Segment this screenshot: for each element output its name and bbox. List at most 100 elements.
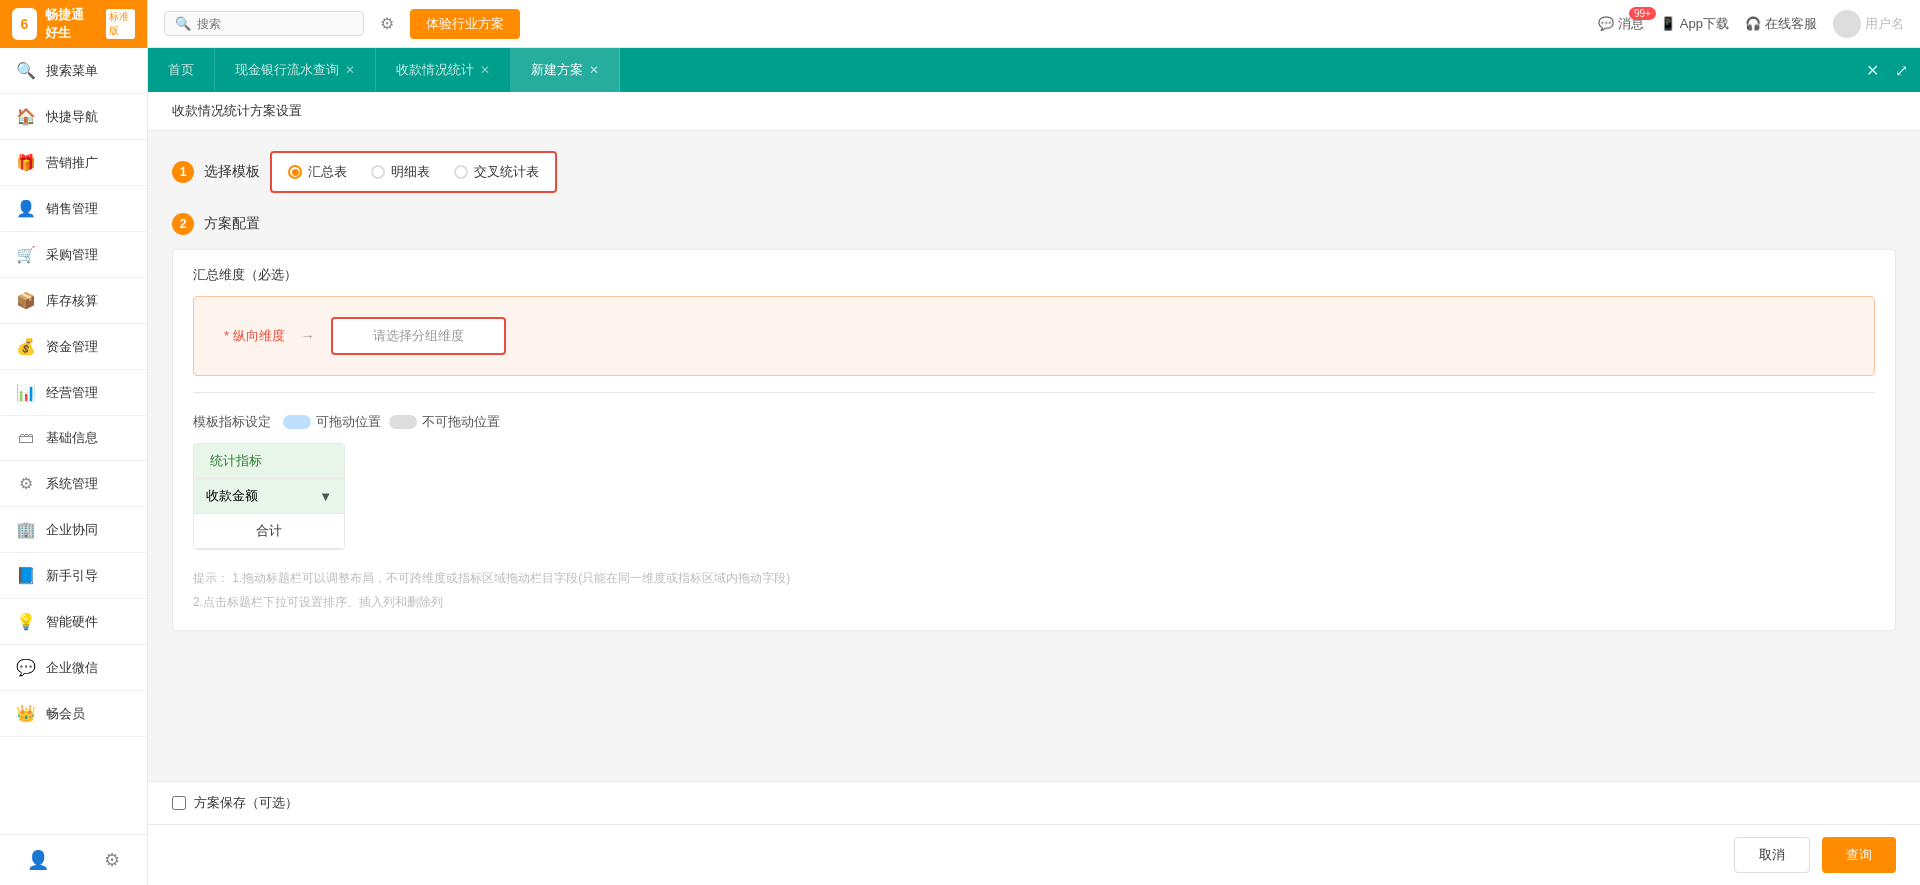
tab-label-receipt-stats: 收款情况统计 xyxy=(396,61,474,79)
online-service-btn[interactable]: 🎧 在线客服 xyxy=(1745,15,1817,33)
metrics-col-header: 统计指标 xyxy=(194,444,344,479)
tab-close-receipt-stats[interactable]: ✕ xyxy=(480,63,490,77)
username-label: 用户名 xyxy=(1865,15,1904,33)
legend-nodrag-item: 不可拖动位置 xyxy=(389,413,500,431)
query-button[interactable]: 查询 xyxy=(1822,837,1896,873)
tab-close-new-plan[interactable]: ✕ xyxy=(589,63,599,77)
sidebar-label-search: 搜索菜单 xyxy=(46,62,98,80)
tab-label-new-plan: 新建方案 xyxy=(531,61,583,79)
sidebar-icon-enterprise: 🏢 xyxy=(16,520,36,539)
nodrag-indicator xyxy=(389,415,417,429)
step2-label: 方案配置 xyxy=(204,215,260,233)
sidebar-item-guide[interactable]: 📘 新手引导 xyxy=(0,553,147,599)
sidebar-label-hardware: 智能硬件 xyxy=(46,613,98,631)
radio-circle-summary xyxy=(288,165,302,179)
settings-icon[interactable]: ⚙ xyxy=(376,10,398,37)
search-box[interactable]: 🔍 xyxy=(164,11,364,36)
metrics-title: 模板指标设定 xyxy=(193,413,271,431)
sidebar-bottom-settings[interactable]: ⚙ xyxy=(98,843,126,877)
row-label: * 纵向维度 xyxy=(224,327,285,345)
tab-receipt-stats[interactable]: 收款情况统计 ✕ xyxy=(376,48,511,92)
sidebar-item-member[interactable]: 👑 畅会员 xyxy=(0,691,147,737)
page-header: 收款情况统计方案设置 xyxy=(148,92,1920,131)
save-checkbox[interactable] xyxy=(172,796,186,810)
save-label: 方案保存（可选） xyxy=(194,794,298,812)
online-service-label: 在线客服 xyxy=(1765,15,1817,33)
sidebar-icon-hardware: 💡 xyxy=(16,612,36,631)
sidebar-icon-guide: 📘 xyxy=(16,566,36,585)
sidebar-item-search[interactable]: 🔍 搜索菜单 xyxy=(0,48,147,94)
page-content: 收款情况统计方案设置 1 选择模板 汇总表 明细表 交叉统计表 xyxy=(148,92,1920,885)
user-info[interactable]: 用户名 xyxy=(1833,10,1904,38)
dimension-row: * 纵向维度 → 请选择分组维度 xyxy=(224,317,506,355)
sidebar-icon-member: 👑 xyxy=(16,704,36,723)
step1-section: 1 选择模板 汇总表 明细表 交叉统计表 xyxy=(172,151,1896,193)
sidebar-label-wechat: 企业微信 xyxy=(46,659,98,677)
sidebar-logo: 6 畅捷通好生 标准版 xyxy=(0,0,147,48)
radio-detail[interactable]: 明细表 xyxy=(371,163,430,181)
tab-bank-flow[interactable]: 现金银行流水查询✕ xyxy=(215,48,376,92)
tab-close-bank-flow[interactable]: ✕ xyxy=(345,63,355,77)
sidebar-icon-finance: 💰 xyxy=(16,337,36,356)
sidebar-item-enterprise[interactable]: 🏢企业协同 xyxy=(0,507,147,553)
step1-header: 1 选择模板 汇总表 明细表 交叉统计表 xyxy=(172,151,1896,193)
legend-draggable-label: 可拖动位置 xyxy=(316,413,381,431)
sidebar-label-finance: 资金管理 xyxy=(46,338,98,356)
search-icon: 🔍 xyxy=(175,16,191,31)
sidebar-item-hardware[interactable]: 💡 智能硬件 xyxy=(0,599,147,645)
hint-item: 2.点击标题栏下拉可设置排序、插入列和删除列 xyxy=(193,590,1875,614)
sidebar-icon-search: 🔍 xyxy=(16,61,36,80)
sidebar-icon-system: ⚙ xyxy=(16,474,36,493)
radio-summary[interactable]: 汇总表 xyxy=(288,163,347,181)
sidebar-item-wechat[interactable]: 💬企业微信 xyxy=(0,645,147,691)
trial-button[interactable]: 体验行业方案 xyxy=(410,9,520,39)
sidebar-item-operations[interactable]: 📊经营管理 xyxy=(0,370,147,416)
sidebar-label-guide: 新手引导 xyxy=(46,567,98,585)
close-tab-icon[interactable]: ✕ xyxy=(1862,57,1883,84)
avatar xyxy=(1833,10,1861,38)
download-icon: 📱 xyxy=(1660,16,1676,31)
metrics-legend: 可拖动位置 不可拖动位置 xyxy=(283,413,500,431)
sidebar-item-inventory[interactable]: 📦 库存核算 xyxy=(0,278,147,324)
radio-cross[interactable]: 交叉统计表 xyxy=(454,163,539,181)
tab-home[interactable]: 首页 xyxy=(148,48,215,92)
sidebar-item-finance[interactable]: 💰 资金管理 xyxy=(0,324,147,370)
metrics-header: 模板指标设定 可拖动位置 不可拖动位置 xyxy=(193,413,1875,431)
template-radio-group: 汇总表 明细表 交叉统计表 xyxy=(270,151,557,193)
metrics-cell-amount[interactable]: 收款金额 ▼ xyxy=(194,479,344,514)
sidebar-item-marketing[interactable]: 🎁营销推广 xyxy=(0,140,147,186)
metrics-section: 模板指标设定 可拖动位置 不可拖动位置 xyxy=(193,413,1875,550)
sidebar-label-inventory: 库存核算 xyxy=(46,292,98,310)
sidebar-item-purchase[interactable]: 🛒采购管理 xyxy=(0,232,147,278)
dimension-title: 汇总维度（必选） xyxy=(193,266,1875,284)
sidebar-label-base-info: 基础信息 xyxy=(46,429,98,447)
sidebar-icon-marketing: 🎁 xyxy=(16,153,36,172)
topbar: 🔍 ⚙ 体验行业方案 💬 消息 99+ 📱 App下载 🎧 在线客服 用户名 xyxy=(148,0,1920,48)
step2-section: 2 方案配置 汇总维度（必选） * 纵向维度 → 请选择分组维度 xyxy=(172,213,1896,631)
app-download-btn[interactable]: 📱 App下载 xyxy=(1660,15,1729,33)
sidebar-item-quick-nav[interactable]: 🏠快捷导航 xyxy=(0,94,147,140)
draggable-indicator xyxy=(283,415,311,429)
sidebar-icon-base-info: 🗃 xyxy=(16,429,36,447)
sidebar-item-system[interactable]: ⚙系统管理 xyxy=(0,461,147,507)
sidebar-icon-operations: 📊 xyxy=(16,383,36,402)
cancel-button[interactable]: 取消 xyxy=(1734,837,1810,873)
search-input[interactable] xyxy=(197,17,337,31)
radio-label-detail: 明细表 xyxy=(391,163,430,181)
sidebar-item-base-info[interactable]: 🗃 基础信息 xyxy=(0,416,147,461)
tab-label-home: 首页 xyxy=(168,61,194,79)
sidebar-label-member: 畅会员 xyxy=(46,705,85,723)
sidebar-item-sales[interactable]: 👤销售管理 xyxy=(0,186,147,232)
sidebar-bottom-user[interactable]: 👤 xyxy=(21,843,55,877)
tab-new-plan[interactable]: 新建方案 ✕ xyxy=(511,48,620,92)
metrics-table: 统计指标 收款金额 ▼ 合计 xyxy=(193,443,345,550)
service-icon: 🎧 xyxy=(1745,16,1761,31)
topbar-right: 💬 消息 99+ 📱 App下载 🎧 在线客服 用户名 xyxy=(1598,10,1904,38)
maximize-icon[interactable]: ⤢ xyxy=(1891,57,1912,84)
dimension-select[interactable]: 请选择分组维度 xyxy=(331,317,506,355)
notification-btn[interactable]: 💬 消息 99+ xyxy=(1598,15,1644,33)
dimension-area: * 纵向维度 → 请选择分组维度 xyxy=(193,296,1875,376)
metrics-cell-label: 收款金额 xyxy=(206,487,258,505)
logo-icon: 6 xyxy=(12,8,37,40)
sidebar-icon-inventory: 📦 xyxy=(16,291,36,310)
